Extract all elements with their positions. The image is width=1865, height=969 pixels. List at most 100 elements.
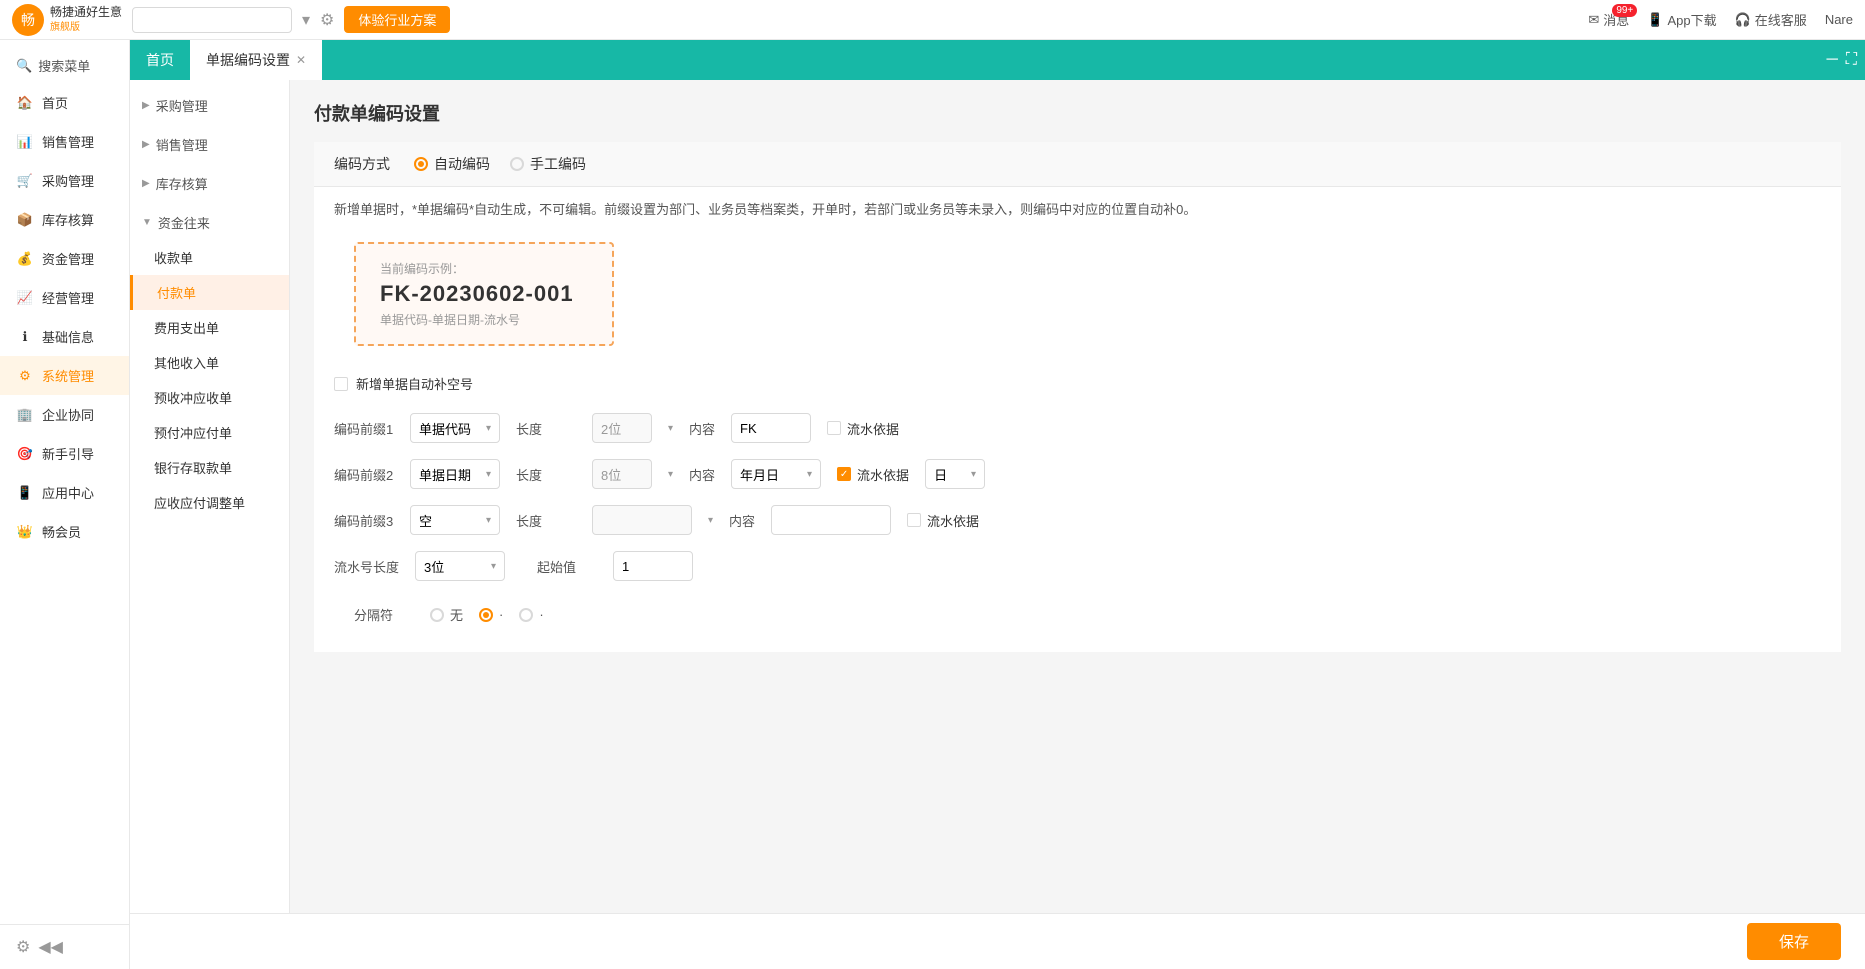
content-select-2[interactable]: 年月日 ▾ [731,459,821,489]
message-button[interactable]: ✉ 消息 99+ [1588,10,1629,29]
start-value-label: 起始值 [537,557,597,576]
preview-code: FK-20230602-001 [380,281,588,307]
length-arrow-2: ▾ [668,469,673,480]
sub-header-inventory[interactable]: ▶ 库存核算 [130,166,289,201]
waterfall-checkbox-2[interactable]: ✓ [837,467,851,481]
tab-encoding[interactable]: 单据编码设置 ✕ [190,40,322,80]
chevron-right-icon-2: ▶ [142,139,150,150]
prefix-select-2[interactable]: 单据日期 ▾ [410,459,500,489]
auto-fill-checkbox[interactable] [334,377,348,391]
sub-item-receipt[interactable]: 收款单 [130,240,289,275]
start-value-input[interactable]: 1 [613,551,693,581]
sub-layout: ▶ 采购管理 ▶ 销售管理 ▶ 库存核算 [130,80,1865,913]
sidebar-item-member[interactable]: 👑 畅会员 [0,512,129,551]
app-download-button[interactable]: 📱 App下载 [1647,10,1716,29]
expand-icon[interactable]: ⛶ [1846,51,1857,69]
waterfall-check-2[interactable]: ✓ 流水依据 [837,465,909,484]
purchase-icon: 🛒 [16,172,34,190]
chevron-down-icon[interactable]: ▾ [302,10,310,30]
sidebar-item-enterprise[interactable]: 🏢 企业协同 [0,395,129,434]
sidebar-item-info[interactable]: ℹ 基础信息 [0,317,129,356]
auto-fill-label: 新增单据自动补空号 [356,374,473,393]
sidebar-item-home[interactable]: 🏠 首页 [0,83,129,122]
radio-auto-circle [414,157,428,171]
length-input-3 [592,505,692,535]
prefix-row-1: 编码前缀1 单据代码 ▾ 长度 2位 ▾ 内容 [334,413,1821,443]
serial-length-select[interactable]: 3位 ▾ [415,551,505,581]
radio-manual-encode[interactable]: 手工编码 [510,154,586,174]
minimize-icon[interactable]: ─ [1826,51,1837,69]
sub-item-payment[interactable]: 付款单 [130,275,289,310]
header-search-input[interactable] [132,7,292,33]
business-icon: 📈 [16,289,34,307]
header-right: ✉ 消息 99+ 📱 App下载 🎧 在线客服 Nare [1588,10,1853,29]
sub-section-finance: ▼ 资金往来 收款单 付款单 费用支出单 其他收入单 预收冲应收单 预付冲应付单… [130,205,289,520]
collapse-icon[interactable]: ◀◀ [38,937,63,957]
tab-bar: 首页 单据编码设置 ✕ ─ ⛶ [130,40,1865,80]
app-icon: 📱 [16,484,34,502]
search-icon: 🔍 [16,58,32,74]
sidebar-item-system[interactable]: ⚙ 系统管理 [0,356,129,395]
sub-section-inventory: ▶ 库存核算 [130,166,289,201]
sub-sidebar: ▶ 采购管理 ▶ 销售管理 ▶ 库存核算 [130,80,290,913]
sub-item-other-income[interactable]: 其他收入单 [130,345,289,380]
header-left: 畅 畅捷通好生意 旗舰版 ▾ ⚙ 体验行业方案 [12,4,450,36]
sep-dot2[interactable]: · [519,607,543,622]
settings-icon[interactable]: ⚙ [320,10,334,30]
experience-button[interactable]: 体验行业方案 [344,6,450,33]
sub-item-bank-deposit[interactable]: 银行存取款单 [130,450,289,485]
sidebar-item-sales[interactable]: 📊 销售管理 [0,122,129,161]
sub-header-purchase[interactable]: ▶ 采购管理 [130,88,289,123]
sep-none[interactable]: 无 [430,605,463,624]
content-input-1: FK [731,413,811,443]
tab-close-icon[interactable]: ✕ [296,53,306,67]
online-service-button[interactable]: 🎧 在线客服 [1735,10,1807,29]
content-label-3: 内容 [729,511,755,530]
waterfall-checkbox-1[interactable] [827,421,841,435]
waterfall-check-1[interactable]: 流水依据 [827,419,899,438]
save-button[interactable]: 保存 [1747,923,1841,960]
prefix-select-1[interactable]: 单据代码 ▾ [410,413,500,443]
sidebar-item-purchase[interactable]: 🛒 采购管理 [0,161,129,200]
info-icon: ℹ [16,328,34,346]
settings-bottom-icon[interactable]: ⚙ [16,937,30,957]
prefix-select-3[interactable]: 空 ▾ [410,505,500,535]
sidebar-item-apps[interactable]: 📱 应用中心 [0,473,129,512]
sub-item-ar-adjust[interactable]: 应收应付调整单 [130,485,289,520]
brand-text: 畅捷通好生意 旗舰版 [50,5,122,34]
form-section: 编码前缀1 单据代码 ▾ 长度 2位 ▾ 内容 [314,401,1841,652]
sidebar-item-inventory[interactable]: 📦 库存核算 [0,200,129,239]
sub-section-sales: ▶ 销售管理 [130,127,289,162]
preview-label: 当前编码示例： [380,260,588,277]
encoding-section: 编码方式 自动编码 手工编码 新增单据时，*单据编码 [314,142,1841,652]
info-text: 新增单据时，*单据编码*自动生成，不可编辑。前缀设置为部门、业务员等档案类，开单… [314,187,1841,230]
sub-item-expense[interactable]: 费用支出单 [130,310,289,345]
length-label-1: 长度 [516,419,576,438]
search-menu-button[interactable]: 🔍 搜索菜单 [0,48,129,83]
waterfall-period-select[interactable]: 日 ▾ [925,459,985,489]
tab-home[interactable]: 首页 [130,40,190,80]
sidebar-item-guide[interactable]: 🎯 新手引导 [0,434,129,473]
waterfall-check-3[interactable]: 流水依据 [907,511,979,530]
waterfall-checkbox-3[interactable] [907,513,921,527]
radio-auto-encode[interactable]: 自动编码 [414,154,490,174]
sub-item-prepay-offset[interactable]: 预收冲应收单 [130,380,289,415]
sub-item-prepay-offset2[interactable]: 预付冲应付单 [130,415,289,450]
sidebar-item-finance[interactable]: 💰 资金管理 [0,239,129,278]
sub-section-purchase: ▶ 采购管理 [130,88,289,123]
content-label-1: 内容 [689,419,715,438]
system-icon: ⚙ [16,367,34,385]
sidebar-item-business[interactable]: 📈 经营管理 [0,278,129,317]
preview-desc: 单据代码-单据日期-流水号 [380,311,588,328]
sep-dot2-radio [519,608,533,622]
user-avatar[interactable]: Nare [1825,12,1853,27]
sub-header-finance[interactable]: ▼ 资金往来 [130,205,289,240]
sub-header-sales[interactable]: ▶ 销售管理 [130,127,289,162]
sidebar: 🔍 搜索菜单 🏠 首页 📊 销售管理 🛒 采购管理 📦 库存核算 💰 资金管理 … [0,40,130,969]
length-input-1: 2位 [592,413,652,443]
sep-dot[interactable]: · [479,607,503,622]
guide-icon: 🎯 [16,445,34,463]
finance-icon: 💰 [16,250,34,268]
prefix-label-2: 编码前缀2 [334,465,394,484]
chevron-right-icon: ▶ [142,100,150,111]
